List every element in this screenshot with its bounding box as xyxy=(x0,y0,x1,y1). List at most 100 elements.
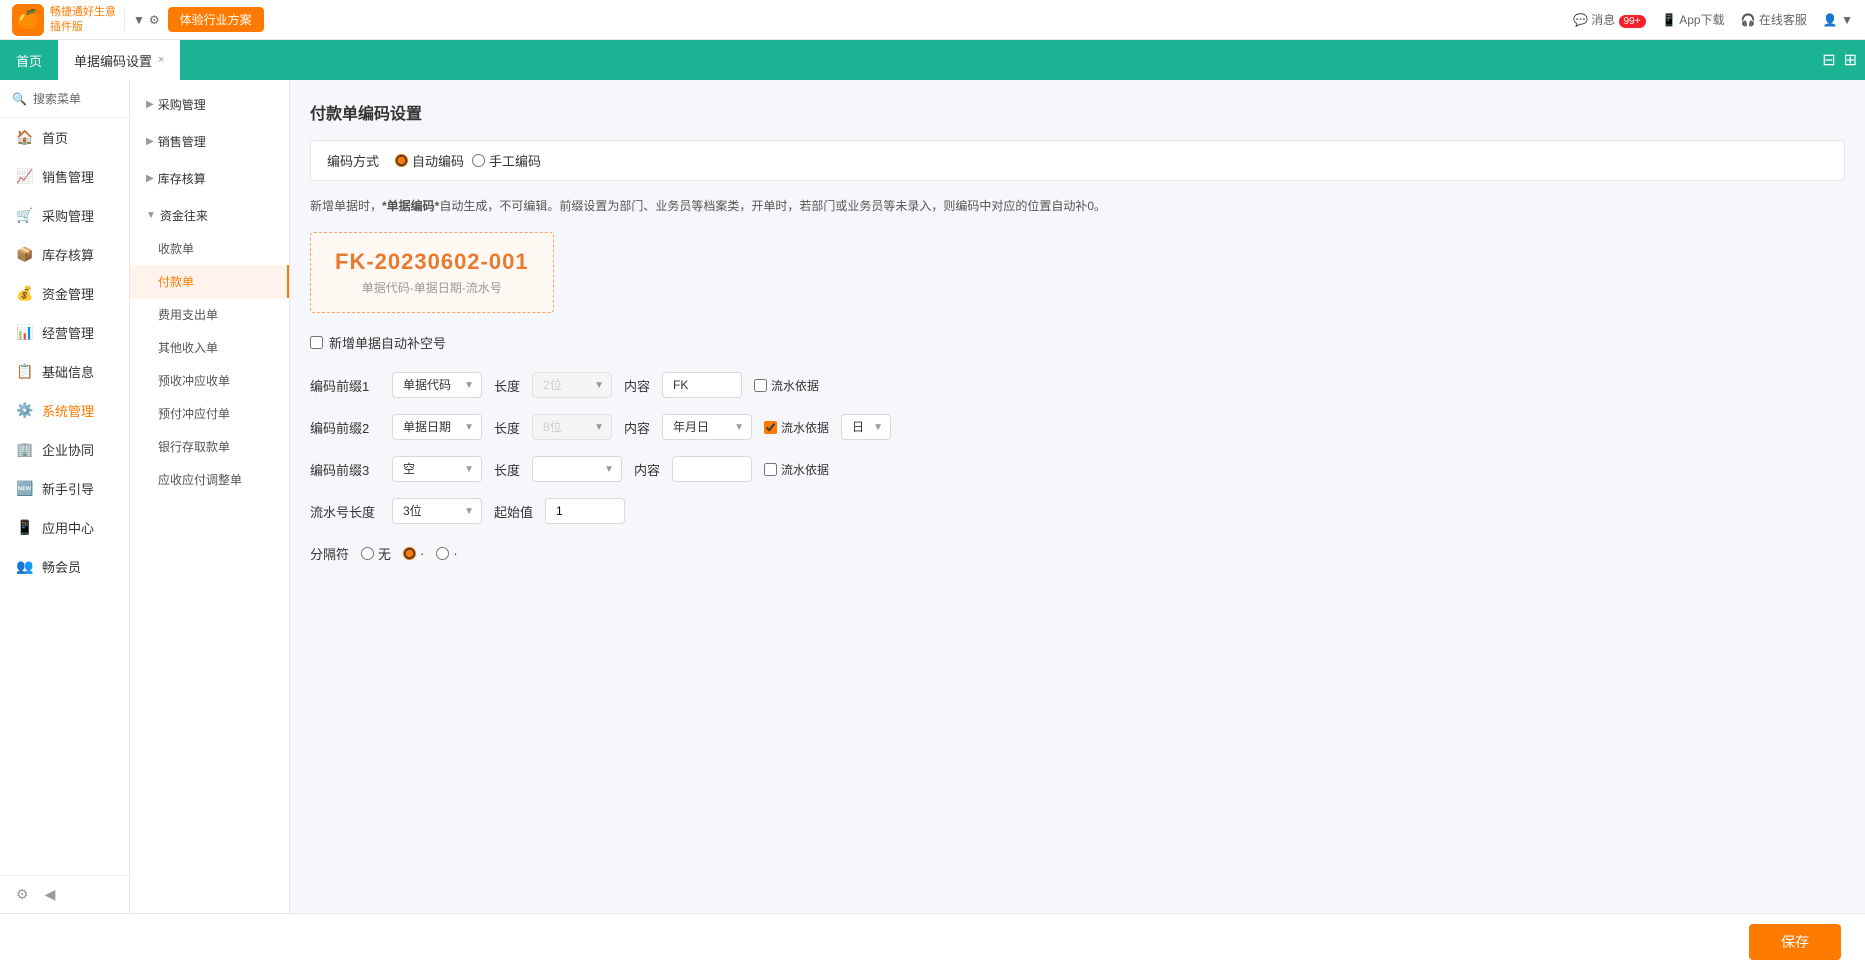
day-select[interactable]: 日 月 年 xyxy=(841,414,891,440)
tab-close-icon[interactable]: × xyxy=(158,54,164,66)
maximize-icon[interactable]: ⊞ xyxy=(1844,50,1857,70)
minimize-icon[interactable]: ⊟ xyxy=(1822,50,1835,70)
basic-icon: 📋 xyxy=(16,363,34,381)
sidebar-item-sales[interactable]: 📈 销售管理 xyxy=(0,157,129,196)
serial-checkbox-2[interactable] xyxy=(764,421,777,434)
serial-length-select[interactable]: 3位 xyxy=(392,498,482,524)
sidebar-search[interactable]: 🔍 搜索菜单 xyxy=(0,80,129,118)
divider xyxy=(124,10,125,30)
auto-fill-label[interactable]: 新增单据自动补空号 xyxy=(329,333,446,352)
prefix-row-2: 编码前缀2 单据日期 ▼ 长度 8位 ▼ 内容 年月日 ▼ xyxy=(310,414,1845,440)
sep-none[interactable]: 无 xyxy=(361,544,391,563)
sidebar-item-inventory[interactable]: 📦 库存核算 xyxy=(0,235,129,274)
top-nav: ▼ ⚙ xyxy=(133,13,160,27)
sidebar-item-guide[interactable]: 🆕 新手引导 xyxy=(0,469,129,508)
sidebar-item-enterprise[interactable]: 🏢 企业协同 xyxy=(0,430,129,469)
prefix-select-3[interactable]: 空 xyxy=(392,456,482,482)
sidebar-item-finance[interactable]: 💰 资金管理 xyxy=(0,274,129,313)
separator-radio-group: 无 · · xyxy=(361,544,458,563)
sub-menu-receipt[interactable]: 收款单 xyxy=(130,232,289,265)
app-download[interactable]: 📱 App下载 xyxy=(1662,11,1725,28)
sep-dash[interactable]: · xyxy=(436,546,457,561)
online-service[interactable]: 🎧 在线客服 xyxy=(1741,11,1807,28)
prefix-label-2: 编码前缀2 xyxy=(310,418,380,437)
serial-checkbox-wrap-1[interactable]: 流水依据 xyxy=(754,377,819,394)
settings-icon[interactable]: ⚙ xyxy=(149,13,160,27)
message-badge: 99+ xyxy=(1619,15,1646,28)
member-icon: 👥 xyxy=(16,558,34,576)
sub-group-purchase: ▶ 采购管理 xyxy=(130,88,289,121)
sub-menu-bank[interactable]: 银行存取款单 xyxy=(130,430,289,463)
length-label-2: 长度 xyxy=(494,418,520,437)
prefix-row-3: 编码前缀3 空 ▼ 长度 ▼ 内容 流水依据 xyxy=(310,456,1845,482)
prefix-select-1[interactable]: 单据代码 xyxy=(392,372,482,398)
start-value-label: 起始值 xyxy=(494,502,533,521)
sub-group-finance-header[interactable]: ▼ 资金往来 xyxy=(130,199,289,232)
serial-number-row: 流水号长度 3位 ▼ 起始值 xyxy=(310,498,1845,524)
auto-fill-checkbox[interactable] xyxy=(310,336,323,349)
serial-checkbox-1[interactable] xyxy=(754,379,767,392)
sidebar-collapse-icon[interactable]: ◀ xyxy=(45,886,56,903)
app-icon: 📱 xyxy=(16,519,34,537)
prefix-select-2[interactable]: 单据日期 xyxy=(392,414,482,440)
manual-encoding-radio[interactable]: 手工编码 xyxy=(472,151,541,170)
serial-checkbox-wrap-2[interactable]: 流水依据 xyxy=(764,419,829,436)
save-button[interactable]: 保存 xyxy=(1749,924,1841,960)
serial-checkbox-wrap-3[interactable]: 流水依据 xyxy=(764,461,829,478)
length-select-wrap-1: 2位 ▼ xyxy=(532,372,612,398)
prefix-select-wrap-1: 单据代码 ▼ xyxy=(392,372,482,398)
length-select-1[interactable]: 2位 xyxy=(532,372,612,398)
message-item[interactable]: 💬 消息 99+ xyxy=(1573,11,1646,28)
sub-group-inventory-header[interactable]: ▶ 库存核算 xyxy=(130,162,289,195)
sub-menu-payment[interactable]: 付款单 xyxy=(130,265,289,298)
tab-home[interactable]: 首页 xyxy=(0,40,58,80)
serial-checkbox-3[interactable] xyxy=(764,463,777,476)
sub-menu-other-income[interactable]: 其他收入单 xyxy=(130,331,289,364)
main-layout: 🔍 搜索菜单 🏠 首页 📈 销售管理 🛒 采购管理 📦 库存核算 💰 资金管理 … xyxy=(0,80,1865,913)
user-avatar[interactable]: 👤 ▼ xyxy=(1823,13,1853,27)
sidebar-item-operations[interactable]: 📊 经营管理 xyxy=(0,313,129,352)
sidebar-item-purchase[interactable]: 🛒 采购管理 xyxy=(0,196,129,235)
sidebar-item-home[interactable]: 🏠 首页 xyxy=(0,118,129,157)
example-code: FK-20230602-001 xyxy=(335,249,529,275)
content-select-2[interactable]: 年月日 xyxy=(662,414,752,440)
tab-doc-encoding[interactable]: 单据编码设置 × xyxy=(58,40,180,80)
length-label-3: 长度 xyxy=(494,460,520,479)
content-label-2: 内容 xyxy=(624,418,650,437)
dropdown-arrow[interactable]: ▼ xyxy=(133,13,145,27)
sub-menu-adjust[interactable]: 应收应付调整单 xyxy=(130,463,289,496)
trial-button[interactable]: 体验行业方案 xyxy=(168,7,264,32)
auto-encoding-radio[interactable]: 自动编码 xyxy=(395,151,464,170)
day-select-wrap: 日 月 年 ▼ xyxy=(841,414,891,440)
prefix-label-3: 编码前缀3 xyxy=(310,460,380,479)
prefix-select-wrap-2: 单据日期 ▼ xyxy=(392,414,482,440)
length-select-wrap-2: 8位 ▼ xyxy=(532,414,612,440)
sub-menu-pre-collect[interactable]: 预收冲应收单 xyxy=(130,364,289,397)
length-select-3[interactable] xyxy=(532,456,622,482)
sidebar-item-member[interactable]: 👥 畅会员 xyxy=(0,547,129,586)
sep-dot[interactable]: · xyxy=(403,546,424,561)
sub-sidebar: ▶ 采购管理 ▶ 销售管理 ▶ 库存核算 ▼ 资金往来 收款单 付款单 费用支出… xyxy=(130,80,290,913)
start-value-input[interactable] xyxy=(545,498,625,524)
sub-menu-pre-pay[interactable]: 预付冲应付单 xyxy=(130,397,289,430)
sub-group-purchase-header[interactable]: ▶ 采购管理 xyxy=(130,88,289,121)
content-input-1[interactable] xyxy=(662,372,742,398)
sidebar-item-app[interactable]: 📱 应用中心 xyxy=(0,508,129,547)
sidebar-item-basic[interactable]: 📋 基础信息 xyxy=(0,352,129,391)
desc-text: 新增单据时，*单据编码*自动生成，不可编辑。前缀设置为部门、业务员等档案类，开单… xyxy=(310,197,1845,216)
sub-group-sales-header[interactable]: ▶ 销售管理 xyxy=(130,125,289,158)
example-desc: 单据代码-单据日期-流水号 xyxy=(335,279,529,296)
content-select-wrap-2: 年月日 ▼ xyxy=(662,414,752,440)
sub-group-sales: ▶ 销售管理 xyxy=(130,125,289,158)
left-sidebar: 🔍 搜索菜单 🏠 首页 📈 销售管理 🛒 采购管理 📦 库存核算 💰 资金管理 … xyxy=(0,80,130,913)
sidebar-item-system[interactable]: ⚙️ 系统管理 xyxy=(0,391,129,430)
guide-icon: 🆕 xyxy=(16,480,34,498)
content-label-3: 内容 xyxy=(634,460,660,479)
length-select-wrap-3: ▼ xyxy=(532,456,622,482)
content-input-3[interactable] xyxy=(672,456,752,482)
length-select-2[interactable]: 8位 xyxy=(532,414,612,440)
purchase-icon: 🛒 xyxy=(16,207,34,225)
sub-menu-expense[interactable]: 费用支出单 xyxy=(130,298,289,331)
tab-actions: ⊟ ⊞ xyxy=(1822,50,1865,70)
sidebar-settings-icon[interactable]: ⚙ xyxy=(16,886,29,903)
